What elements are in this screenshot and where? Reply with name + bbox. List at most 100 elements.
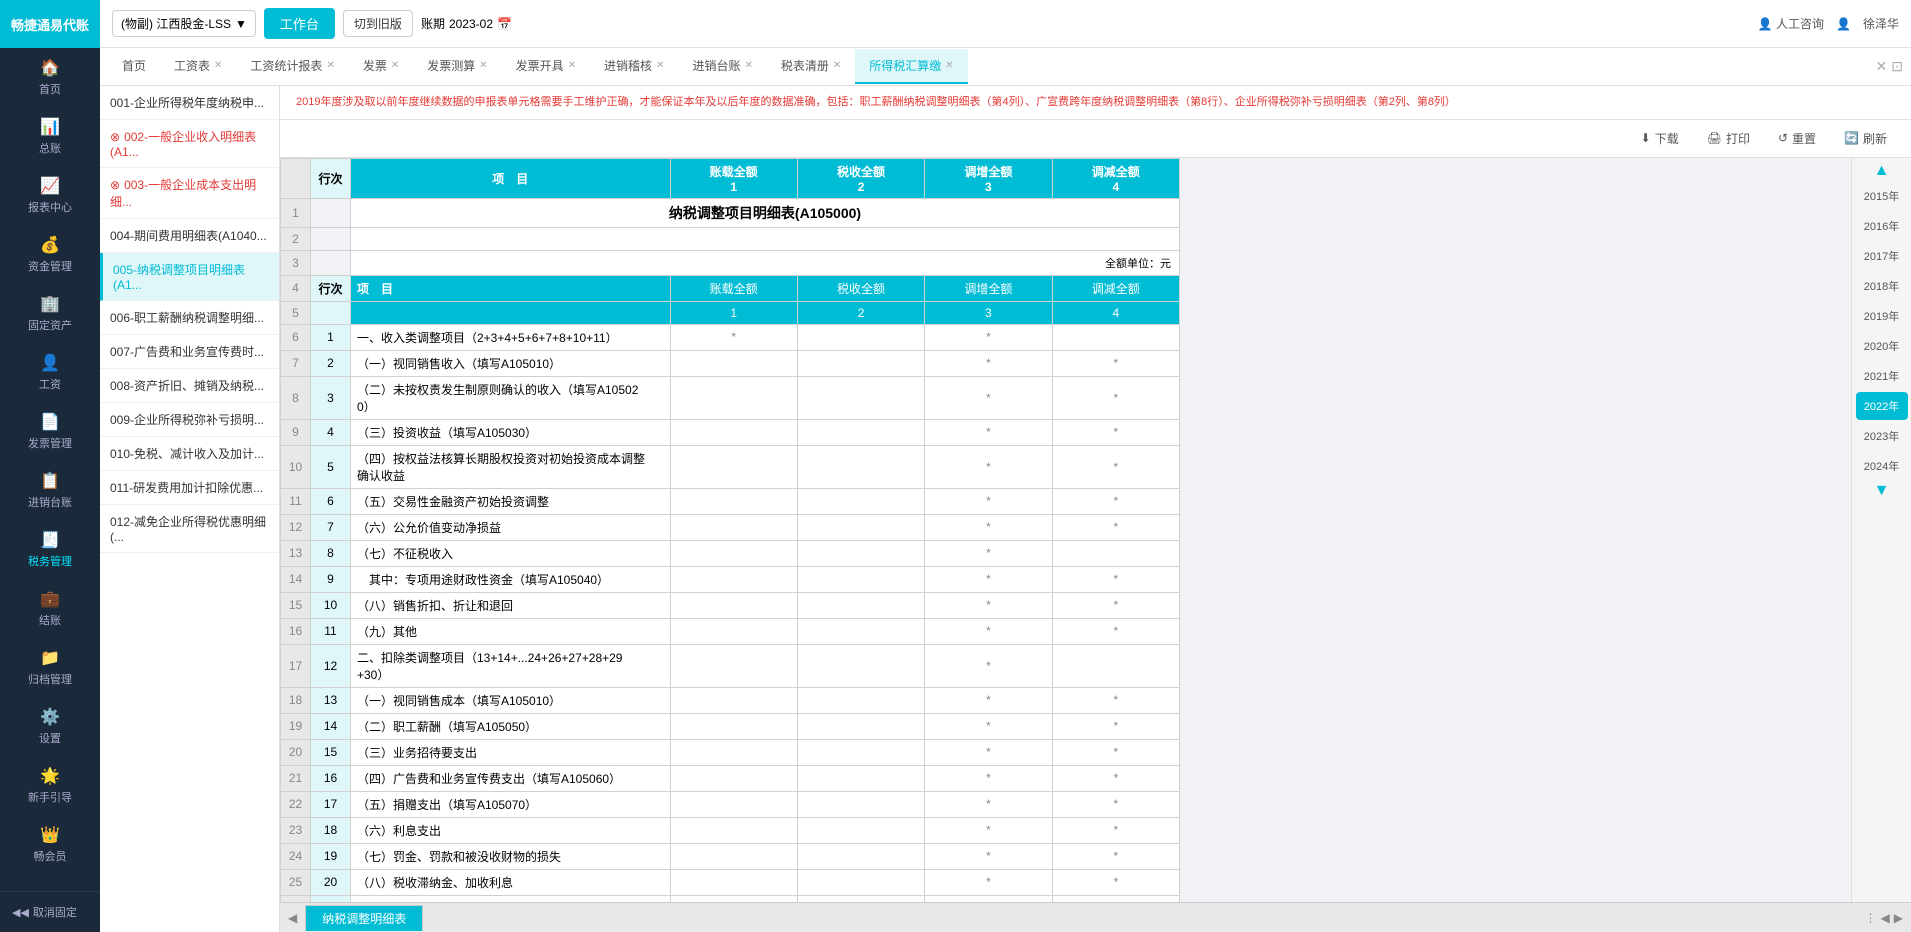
download-button[interactable]: ⬇ 下载 (1633, 126, 1687, 151)
sidebar-item-settings[interactable]: ⚙️ 设置 (0, 697, 100, 756)
sidebar-item-tax[interactable]: 🧾 税务管理 (0, 520, 100, 579)
sidebar-item-guide[interactable]: 🌟 新手引导 (0, 756, 100, 815)
left-item-005[interactable]: 005-纳税调整项目明细表(A1... (100, 253, 279, 301)
error-icon-003: ⊗ (110, 178, 120, 192)
left-item-003[interactable]: ⊗003-一般企业成本支出明细... (100, 168, 279, 219)
user-avatar[interactable]: 👤 (1836, 17, 1851, 31)
sidebar-item-purchase-sales[interactable]: 📋 进销台账 (0, 461, 100, 520)
cell-hang: 行次 (311, 275, 351, 301)
year-2015[interactable]: 2015年 (1856, 182, 1908, 210)
left-item-001[interactable]: 001-企业所得税年度纳税申... (100, 86, 279, 120)
tab-ledger-close[interactable]: ✕ (744, 60, 752, 71)
left-item-011[interactable]: 011-研发费用加计扣除优惠... (100, 471, 279, 505)
scroll-left[interactable]: ◀ (288, 911, 297, 925)
company-selector[interactable]: (物副) 江西股金-LSS ▼ (112, 10, 256, 37)
tab-invoice-open[interactable]: 发票开具✕ (502, 49, 590, 84)
year-2016[interactable]: 2016年 (1856, 212, 1908, 240)
tab-tax-clear-label: 税表清册 (781, 57, 829, 74)
tab-invoice-close[interactable]: ✕ (391, 60, 399, 71)
left-item-012[interactable]: 012-减免企业所得税优惠明细(... (100, 505, 279, 553)
sidebar-item-payroll[interactable]: 👤 工资 (0, 343, 100, 402)
tab-income-tax-close[interactable]: ✕ (945, 60, 953, 71)
tab-invoice-calc-close[interactable]: ✕ (479, 60, 487, 71)
year-down-button[interactable]: ▼ (1874, 482, 1890, 500)
left-item-006[interactable]: 006-职工薪酬纳税调整明细... (100, 301, 279, 335)
calendar-icon[interactable]: 📅 (497, 17, 512, 31)
tab-check-close[interactable]: ✕ (656, 60, 664, 71)
workbench-button[interactable]: 工作台 (264, 8, 335, 39)
scroll-left-bottom[interactable]: ▶ (1894, 911, 1903, 925)
cell-col3-h: 调增全额 (925, 275, 1052, 301)
bottom-tab-adjust[interactable]: 纳税调整明细表 (305, 905, 423, 931)
tab-payroll[interactable]: 工资表✕ (160, 49, 236, 84)
closing-icon: 💼 (40, 589, 60, 609)
sidebar-item-invoice[interactable]: 📄 发票管理 (0, 402, 100, 461)
scroll-right-bottom[interactable]: ◀ (1881, 911, 1890, 925)
tab-payroll-stats[interactable]: 工资统计报表 ✕ (236, 49, 348, 84)
tab-tax-clear[interactable]: 税表清册 ✕ (767, 49, 855, 84)
cell-empty (351, 227, 1180, 250)
left-item-002[interactable]: ⊗002-一般企业收入明细表(A1... (100, 120, 279, 168)
maximize-tab[interactable]: ⊡ (1891, 58, 1903, 75)
cell-col3: 3 (925, 301, 1052, 324)
sidebar-item-funds[interactable]: 💰 资金管理 (0, 225, 100, 284)
cell-item-h: 项 目 (351, 275, 671, 301)
sidebar-item-assets[interactable]: 🏢 固定资产 (0, 284, 100, 343)
table-row: 25 20 （八）税收滞纳金、加收利息 * * (281, 869, 1180, 895)
table-row: 23 18 （六）利息支出 * * (281, 817, 1180, 843)
year-2017[interactable]: 2017年 (1856, 242, 1908, 270)
left-item-010[interactable]: 010-免税、减计收入及加计... (100, 437, 279, 471)
sidebar-item-closing[interactable]: 💼 结账 (0, 579, 100, 638)
pin-icon: ◀◀ (12, 906, 29, 919)
cell-rownum: 2 (281, 227, 311, 250)
refresh-button[interactable]: 🔄 刷新 (1836, 126, 1895, 151)
tab-home[interactable]: 首页 (108, 49, 160, 84)
left-item-009[interactable]: 009-企业所得税弥补亏损明... (100, 403, 279, 437)
refresh-icon: 🔄 (1844, 131, 1859, 145)
spreadsheet-container[interactable]: 行次 项 目 账载全额1 税收全额2 调增全额3 调减全额4 1 (280, 158, 1851, 903)
tab-invoice-open-close[interactable]: ✕ (568, 60, 576, 71)
print-button[interactable]: 🖨 打印 (1699, 126, 1758, 151)
tab-payroll-stats-close[interactable]: ✕ (326, 60, 334, 71)
tab-ledger[interactable]: 进销台账✕ (678, 49, 766, 84)
sidebar-item-home[interactable]: 🏠 首页 (0, 48, 100, 107)
table-row: 8 3 （二）未按权责发生制原则确认的收入（填写A105020） * * (281, 376, 1180, 419)
table-row: 9 4 （三）投资收益（填写A105030） * * (281, 419, 1180, 445)
tax-icon: 🧾 (40, 530, 60, 550)
old-version-button[interactable]: 切到旧版 (343, 10, 413, 37)
left-item-007[interactable]: 007-广告费和业务宣传费时... (100, 335, 279, 369)
year-2019[interactable]: 2019年 (1856, 302, 1908, 330)
left-item-004[interactable]: 004-期间费用明细表(A1040... (100, 219, 279, 253)
col-item-header: 项 目 (351, 158, 671, 198)
tab-invoice-calc[interactable]: 发票测算✕ (413, 49, 501, 84)
col-4-header: 调减全额4 (1052, 158, 1179, 198)
close-all-tabs[interactable]: ✕ (1876, 58, 1888, 75)
tab-check[interactable]: 进销稽核✕ (590, 49, 678, 84)
tab-tax-clear-close[interactable]: ✕ (833, 60, 841, 71)
unpin-button[interactable]: ◀◀ 取消固定 (8, 900, 92, 924)
tab-payroll-stats-label: 工资统计报表 (250, 57, 322, 74)
tab-income-tax[interactable]: 所得税汇算缴 ✕ (855, 49, 967, 84)
human-service-button[interactable]: 👤 人工咨询 (1758, 15, 1824, 32)
left-item-008[interactable]: 008-资产折旧、摊销及纳税... (100, 369, 279, 403)
sidebar-item-reports[interactable]: 📈 报表中心 (0, 166, 100, 225)
sidebar-item-member[interactable]: 👑 畅会员 (0, 815, 100, 874)
sidebar-item-archive[interactable]: 📁 归档管理 (0, 638, 100, 697)
year-2018[interactable]: 2018年 (1856, 272, 1908, 300)
year-2022[interactable]: 2022年 (1856, 392, 1908, 420)
reset-button[interactable]: ↺ 重置 (1770, 126, 1824, 151)
topbar: (物副) 江西股金-LSS ▼ 工作台 切到旧版 账期 2023-02 📅 👤 … (100, 0, 1911, 48)
tab-bar: 首页 工资表✕ 工资统计报表 ✕ 发票✕ 发票测算✕ 发票开具✕ 进销稽核✕ 进销… (100, 48, 1911, 86)
cell-title: 纳税调整项目明细表(A105000) (351, 198, 1180, 227)
assets-icon: 🏢 (40, 294, 60, 314)
year-2023[interactable]: 2023年 (1856, 422, 1908, 450)
tab-invoice[interactable]: 发票✕ (349, 49, 413, 84)
sidebar-label-purchase-sales: 进销台账 (28, 494, 72, 510)
year-2021[interactable]: 2021年 (1856, 362, 1908, 390)
year-2024[interactable]: 2024年 (1856, 452, 1908, 480)
sidebar-item-ledger[interactable]: 📊 总账 (0, 107, 100, 166)
year-2020[interactable]: 2020年 (1856, 332, 1908, 360)
tab-payroll-close[interactable]: ✕ (214, 60, 222, 71)
year-up-button[interactable]: ▲ (1874, 162, 1890, 180)
tab-income-tax-label: 所得税汇算缴 (869, 57, 941, 74)
